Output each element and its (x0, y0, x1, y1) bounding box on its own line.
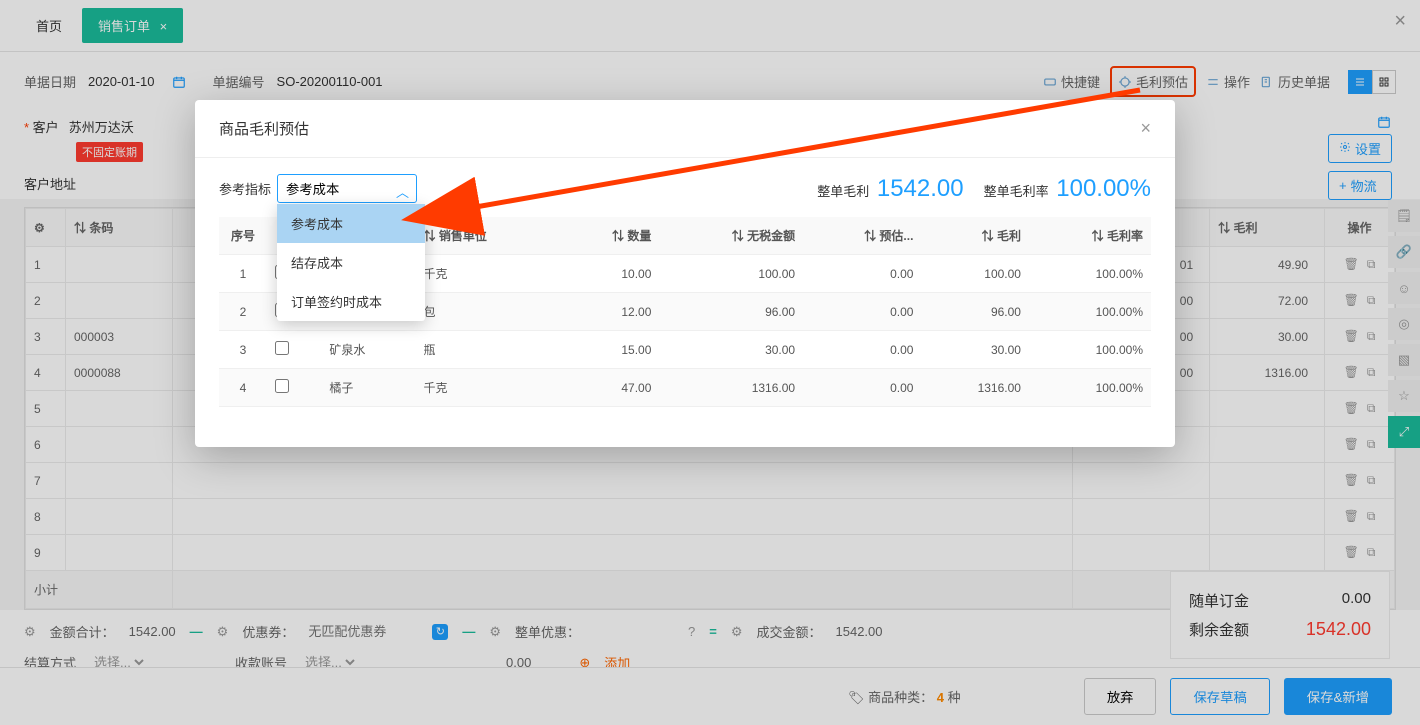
chevron-up-icon[interactable]: ︿ (396, 182, 409, 201)
mrow-profit: 30.00 (921, 331, 1029, 369)
mrow-qty: 12.00 (559, 293, 659, 331)
mrow-qty: 15.00 (559, 331, 659, 369)
mcol-amount[interactable]: ⇅ 无税金额 (659, 217, 803, 255)
mrow-profit: 1316.00 (921, 369, 1029, 407)
sum-rate-val: 100.00% (1056, 175, 1151, 202)
mrow-unit: 千克 (415, 369, 559, 407)
mrow-idx: 1 (219, 255, 267, 293)
mrow-profit: 100.00 (921, 255, 1029, 293)
row-checkbox[interactable] (275, 341, 289, 355)
modal-row[interactable]: 4橘子千克47.001316.000.001316.00100.00% (219, 369, 1151, 407)
mrow-unit: 千克 (415, 255, 559, 293)
sum-profit-label: 整单毛利 (817, 184, 869, 199)
mrow-unit: 包 (415, 293, 559, 331)
mrow-est: 0.00 (803, 255, 921, 293)
mrow-rate: 100.00% (1029, 255, 1151, 293)
mcol-rate[interactable]: ⇅ 毛利率 (1029, 217, 1151, 255)
mrow-name: 矿泉水 (321, 331, 415, 369)
mrow-idx: 3 (219, 331, 267, 369)
mrow-rate: 100.00% (1029, 331, 1151, 369)
mrow-qty: 47.00 (559, 369, 659, 407)
modal-row[interactable]: 3矿泉水瓶15.0030.000.0030.00100.00% (219, 331, 1151, 369)
mrow-idx: 4 (219, 369, 267, 407)
mrow-amount: 100.00 (659, 255, 803, 293)
profit-estimate-modal: 商品毛利预估 × 参考指标 ︿ 参考成本 结存成本 订单签约时成本 整单毛利 1… (195, 100, 1175, 447)
mrow-unit: 瓶 (415, 331, 559, 369)
row-checkbox[interactable] (275, 379, 289, 393)
mcol-unit[interactable]: ⇅ 销售单位 (415, 217, 559, 255)
filter-label: 参考指标 (219, 179, 271, 198)
mcol-est[interactable]: ⇅ 预估... (803, 217, 921, 255)
metric-dropdown: 参考成本 结存成本 订单签约时成本 (277, 204, 425, 321)
mrow-est: 0.00 (803, 293, 921, 331)
mrow-amount: 30.00 (659, 331, 803, 369)
sum-rate-label: 整单毛利率 (984, 184, 1049, 199)
mcol-profit[interactable]: ⇅ 毛利 (921, 217, 1029, 255)
mrow-rate: 100.00% (1029, 293, 1151, 331)
mrow-amount: 1316.00 (659, 369, 803, 407)
option-closing-cost[interactable]: 结存成本 (277, 243, 425, 282)
modal-close-icon[interactable]: × (1140, 118, 1151, 139)
modal-title: 商品毛利预估 (219, 118, 309, 139)
mrow-est: 0.00 (803, 331, 921, 369)
mrow-qty: 10.00 (559, 255, 659, 293)
mrow-idx: 2 (219, 293, 267, 331)
mrow-rate: 100.00% (1029, 369, 1151, 407)
mcol-idx[interactable]: 序号 (219, 217, 267, 255)
option-signing-cost[interactable]: 订单签约时成本 (277, 282, 425, 321)
mrow-est: 0.00 (803, 369, 921, 407)
option-ref-cost[interactable]: 参考成本 (277, 204, 425, 243)
mrow-amount: 96.00 (659, 293, 803, 331)
sum-profit-val: 1542.00 (877, 175, 964, 202)
mrow-name: 橘子 (321, 369, 415, 407)
mcol-qty[interactable]: ⇅ 数量 (559, 217, 659, 255)
mrow-profit: 96.00 (921, 293, 1029, 331)
